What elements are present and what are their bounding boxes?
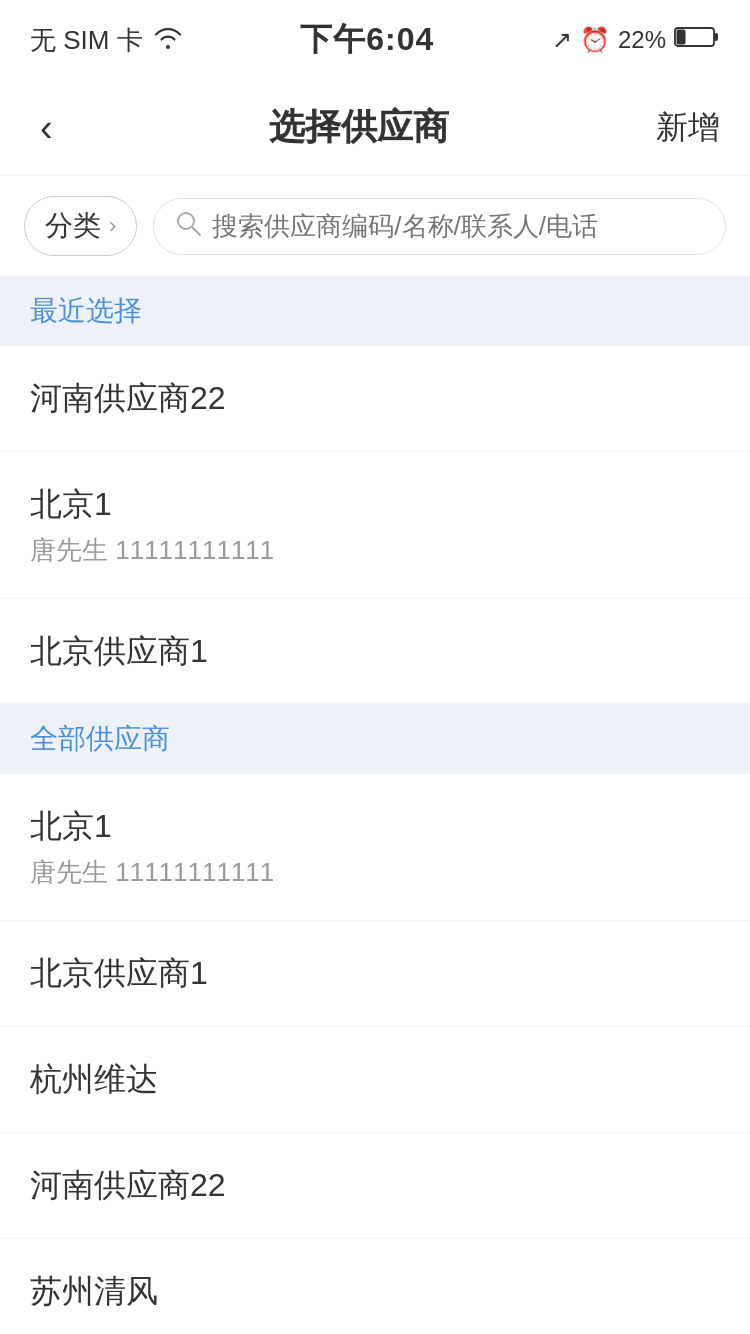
item-name: 北京1 — [30, 804, 720, 849]
no-sim-label: 无 SIM 卡 — [30, 23, 143, 58]
item-name: 北京供应商1 — [30, 951, 720, 996]
list-item[interactable]: 北京供应商1 — [0, 921, 750, 1027]
category-label: 分类 — [45, 207, 101, 245]
page-title: 选择供应商 — [269, 103, 449, 152]
all-section-header: 全部供应商 — [0, 704, 750, 774]
wifi-icon — [153, 25, 183, 56]
status-left: 无 SIM 卡 — [30, 23, 183, 58]
item-name: 河南供应商22 — [30, 376, 720, 421]
recent-list: 河南供应商22 北京1 唐先生 11111111111 北京供应商1 — [0, 346, 750, 704]
list-item[interactable]: 北京供应商1 — [0, 599, 750, 705]
status-time: 下午6:04 — [300, 18, 434, 62]
list-item[interactable]: 河南供应商22 — [0, 346, 750, 452]
item-sub: 唐先生 11111111111 — [30, 855, 720, 890]
battery-icon — [674, 25, 720, 55]
item-name: 河南供应商22 — [30, 1163, 720, 1208]
search-input[interactable] — [212, 211, 705, 242]
list-item[interactable]: 北京1 唐先生 11111111111 — [0, 452, 750, 599]
svg-rect-1 — [714, 33, 718, 41]
location-icon: ↗ — [552, 26, 572, 54]
item-name: 苏州清风 — [30, 1269, 720, 1314]
chevron-right-icon: › — [109, 213, 116, 239]
search-icon — [174, 209, 202, 244]
list-item[interactable]: 河南供应商22 — [0, 1133, 750, 1239]
status-bar: 无 SIM 卡 下午6:04 ↗ ⏰ 22% — [0, 0, 750, 80]
item-name: 北京1 — [30, 482, 720, 527]
nav-bar: ‹ 选择供应商 新增 — [0, 80, 750, 176]
svg-line-4 — [192, 227, 200, 235]
item-name: 北京供应商1 — [30, 629, 720, 674]
svg-rect-2 — [676, 30, 685, 45]
search-box[interactable] — [153, 198, 726, 255]
status-right: ↗ ⏰ 22% — [552, 25, 720, 55]
filter-bar: 分类 › — [0, 176, 750, 276]
recent-section-header: 最近选择 — [0, 276, 750, 346]
all-list: 北京1 唐先生 11111111111 北京供应商1 杭州维达 河南供应商22 … — [0, 774, 750, 1334]
list-item[interactable]: 北京1 唐先生 11111111111 — [0, 774, 750, 921]
item-sub: 唐先生 11111111111 — [30, 533, 720, 568]
alarm-icon: ⏰ — [580, 26, 610, 54]
item-name: 杭州维达 — [30, 1057, 720, 1102]
category-button[interactable]: 分类 › — [24, 196, 137, 256]
list-item[interactable]: 苏州清风 — [0, 1239, 750, 1334]
list-item[interactable]: 杭州维达 — [0, 1027, 750, 1133]
back-button[interactable]: ‹ — [30, 99, 63, 157]
new-action-button[interactable]: 新增 — [656, 106, 720, 150]
all-header-label: 全部供应商 — [30, 723, 170, 754]
recent-header-label: 最近选择 — [30, 295, 142, 326]
battery-percent: 22% — [618, 26, 666, 54]
